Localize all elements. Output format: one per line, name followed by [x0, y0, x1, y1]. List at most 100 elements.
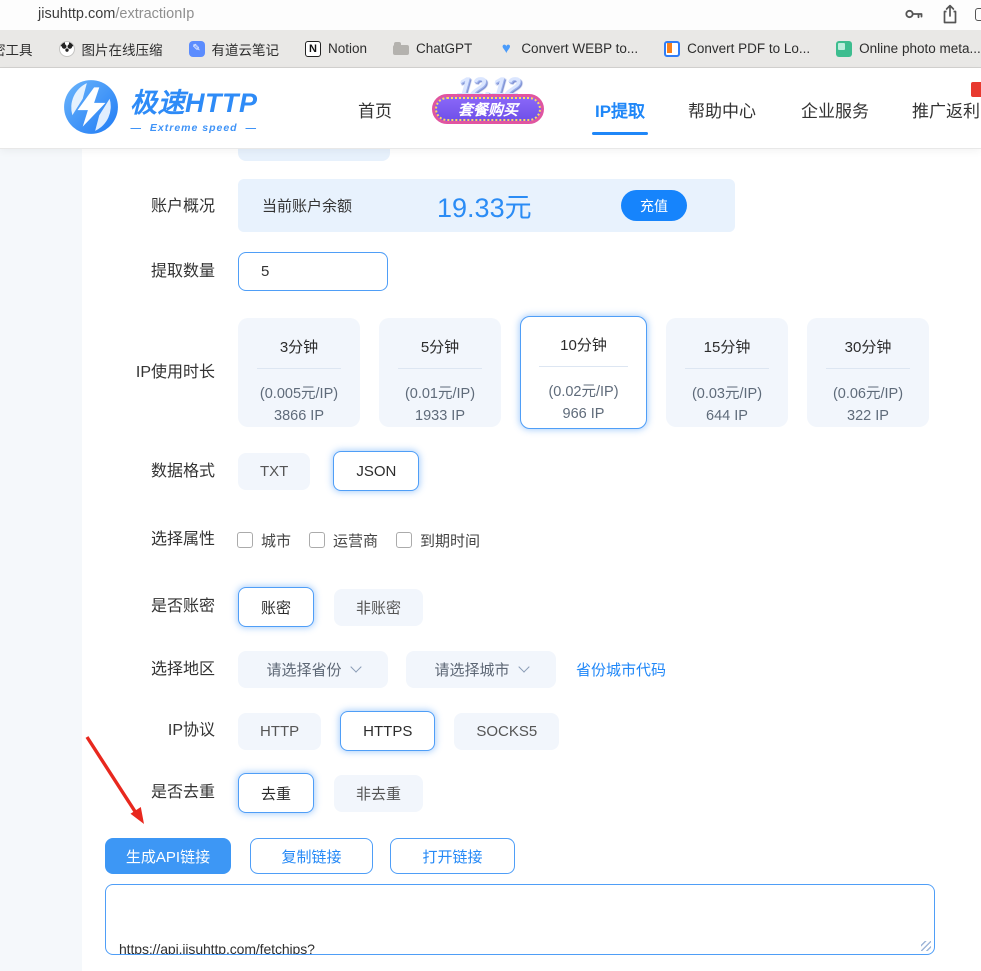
brand-tagline: — Extreme speed — — [130, 121, 257, 134]
dedupe-chip[interactable]: 非去重 — [334, 774, 424, 812]
api-url-textarea[interactable]: https://api.jisuhttp.com/fetchips? key=w… — [105, 884, 935, 955]
duration-card[interactable]: 3分钟 (0.005元/IP) 3866 IP — [238, 318, 360, 427]
duration-title: 3分钟 — [279, 339, 319, 356]
auth-chip[interactable]: 非账密 — [334, 588, 424, 626]
balance-label: 当前账户余额 — [262, 198, 353, 215]
duration-count: 966 IP — [562, 406, 605, 422]
duration-price: (0.005元/IP) — [259, 386, 339, 402]
attribute-checkbox-item[interactable]: 到期时间 — [396, 530, 480, 551]
scrolled-panel-edge — [238, 148, 390, 161]
site-header: 极速HTTP — Extreme speed — 12.12 套餐购买 首页 IP… — [0, 68, 981, 148]
duration-options: 3分钟 (0.005元/IP) 3866 IP 5分钟 (0.01元/IP) 1933 I… — [238, 316, 929, 429]
pdf-icon — [664, 40, 681, 57]
nav-item-2[interactable]: IP提取 — [595, 97, 645, 122]
account-panel: 当前账户余额 19.33元 充值 — [238, 179, 735, 232]
share-icon[interactable] — [941, 3, 959, 25]
bookmark-label: Convert PDF to Lo... — [687, 41, 811, 56]
region-label: 选择地区 — [150, 661, 215, 678]
duration-title: 15分钟 — [703, 339, 751, 356]
format-chip[interactable]: TXT — [238, 452, 311, 490]
checkbox-icon[interactable] — [396, 532, 413, 548]
duration-divider — [539, 366, 628, 367]
checkbox-icon[interactable] — [237, 532, 253, 548]
duration-card[interactable]: 30分钟 (0.06元/IP) 322 IP — [807, 318, 929, 427]
nav-item-3[interactable]: 帮助中心 — [688, 97, 756, 122]
bookmark-label: 密工具 — [0, 42, 33, 58]
attribute-checkbox-item[interactable]: 城市 — [237, 530, 291, 551]
province-city-code-link[interactable]: 省份城市代码 — [576, 659, 666, 680]
attribute-checkbox-item[interactable]: 运营商 — [309, 530, 378, 551]
duration-divider — [685, 368, 769, 369]
duration-count: 644 IP — [706, 408, 748, 424]
bookmark-label: Online photo meta... — [859, 41, 981, 56]
duration-card[interactable]: 15分钟 (0.03元/IP) 644 IP — [666, 318, 788, 427]
attribute-options: 城市 运营商 到期时间 — [237, 529, 480, 551]
attributes-label: 选择属性 — [150, 531, 215, 548]
tabs-icon[interactable] — [975, 7, 981, 21]
duration-count: 322 IP — [847, 408, 889, 424]
site-logo[interactable]: 极速HTTP — Extreme speed — — [62, 78, 258, 136]
address-bar[interactable]: jisuhttp.com/extractionIp — [38, 6, 194, 22]
generate-api-link-button[interactable]: 生成API链接 — [105, 838, 231, 874]
protocol-chip[interactable]: HTTP — [238, 712, 322, 750]
account-overview-label: 账户概况 — [150, 198, 215, 215]
recharge-button[interactable]: 充值 — [621, 190, 687, 221]
bookmark-item[interactable]: Online photo meta... — [836, 40, 981, 57]
attribute-label: 到期时间 — [420, 532, 481, 550]
nav-item-4[interactable]: 企业服务 — [801, 97, 869, 122]
protocol-label: IP协议 — [167, 722, 215, 739]
duration-price: (0.06元/IP) — [832, 386, 904, 402]
bookmarks-bar: 密工具 图片在线压缩 ✎ 有道云笔记 N Notion ChatGPT ♥ Convert WE… — [0, 30, 981, 68]
format-label: 数据格式 — [150, 463, 215, 480]
brand-lightning-icon — [64, 80, 118, 134]
bookmark-item[interactable]: N Notion — [305, 40, 367, 57]
copy-link-button[interactable]: 复制链接 — [250, 838, 373, 874]
protocol-chip[interactable]: SOCKS5 — [454, 712, 560, 750]
duration-title: 30分钟 — [844, 339, 892, 356]
nav-item-1[interactable]: 首页 — [358, 97, 392, 122]
duration-divider — [398, 368, 482, 369]
bookmark-label: 图片在线压缩 — [81, 42, 163, 58]
region-row: 请选择省份 请选择城市 省份城市代码 — [238, 651, 666, 688]
textarea-resize-handle[interactable] — [921, 941, 931, 951]
bookmark-label: 有道云笔记 — [211, 42, 280, 58]
bookmark-item[interactable]: ChatGPT — [393, 41, 472, 57]
dedupe-chip[interactable]: 去重 — [238, 773, 315, 813]
folder-icon — [393, 41, 410, 57]
duration-count: 1933 IP — [415, 408, 465, 424]
protocol-options: HTTP HTTPS SOCKS5 — [238, 710, 560, 752]
webp-icon: ♥ — [501, 40, 511, 57]
city-select[interactable]: 请选择城市 — [406, 651, 556, 688]
bookmark-item[interactable]: ✎ 有道云笔记 — [188, 39, 280, 59]
quantity-label: 提取数量 — [150, 263, 215, 280]
nav-red-badge — [971, 82, 981, 97]
protocol-chip[interactable]: HTTPS — [340, 711, 436, 751]
url-host: jisuhttp.com — [38, 6, 116, 22]
duration-price: (0.02元/IP) — [548, 384, 619, 400]
duration-price: (0.01元/IP) — [404, 386, 476, 402]
action-buttons: 生成API链接 复制链接 打开链接 — [105, 838, 515, 874]
format-chip[interactable]: JSON — [333, 451, 420, 491]
extraction-form: 账户概况 当前账户余额 19.33元 充值 提取数量 IP使用时长 3分钟 (0.… — [0, 148, 981, 971]
panda-icon — [58, 40, 75, 57]
duration-card[interactable]: 10分钟 (0.02元/IP) 966 IP — [520, 316, 647, 429]
auth-label: 是否账密 — [150, 598, 215, 615]
key-icon[interactable] — [903, 3, 925, 25]
bookmark-item[interactable]: 密工具 — [0, 39, 33, 59]
bookmark-item[interactable]: 图片在线压缩 — [58, 39, 163, 59]
province-select[interactable]: 请选择省份 — [238, 651, 388, 688]
chevron-down-icon — [349, 661, 362, 673]
nav-item-5[interactable]: 推广返利 — [912, 97, 980, 122]
open-link-button[interactable]: 打开链接 — [390, 838, 515, 874]
dedupe-options: 去重 非去重 — [238, 772, 424, 814]
promo-badge-12-12[interactable]: 12.12 套餐购买 — [432, 72, 544, 138]
checkbox-icon[interactable] — [309, 532, 326, 548]
bookmark-item[interactable]: Convert PDF to Lo... — [664, 40, 811, 57]
url-path: /extractionIp — [115, 6, 195, 22]
quantity-input[interactable] — [238, 252, 388, 291]
photo-icon — [836, 40, 853, 57]
bookmark-item[interactable]: ♥ Convert WEBP to... — [498, 40, 638, 57]
auth-chip[interactable]: 账密 — [238, 587, 315, 627]
duration-card[interactable]: 5分钟 (0.01元/IP) 1933 IP — [379, 318, 501, 427]
attribute-label: 城市 — [261, 532, 292, 550]
